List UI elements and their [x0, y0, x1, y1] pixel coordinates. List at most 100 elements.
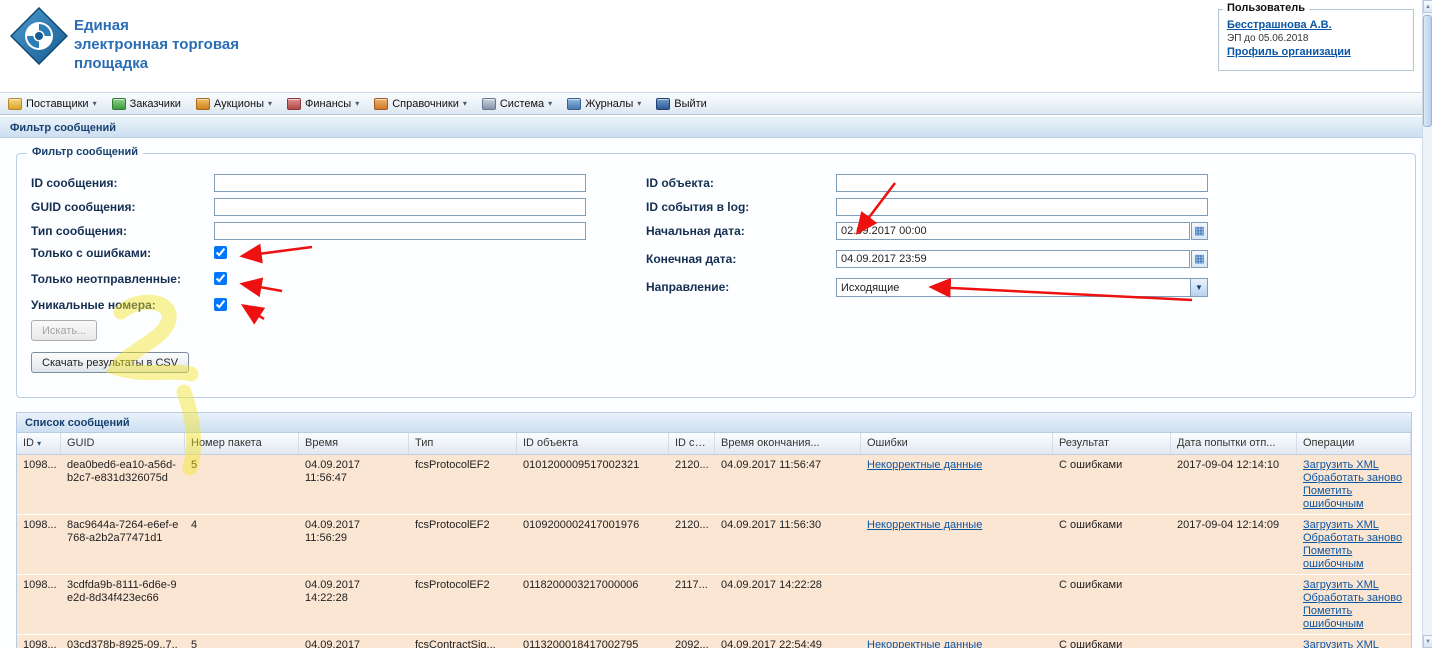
- auctions-icon: [195, 97, 210, 110]
- reprocess-link[interactable]: Обработать заново: [1303, 592, 1405, 605]
- cell-attempt-date: 2017-09-04 12:14:10: [1177, 459, 1280, 471]
- label-end-date: Конечная дата:: [646, 252, 737, 266]
- column-header-attempt-date[interactable]: Дата попытки отп...: [1171, 433, 1297, 454]
- cell-package: [185, 575, 299, 634]
- messages-panel-title-text: Список сообщений: [25, 416, 130, 429]
- error-details-link[interactable]: Некорректные данные: [867, 519, 982, 532]
- column-header-id-so[interactable]: ID со...: [669, 433, 715, 454]
- cell-package: 4: [191, 519, 198, 531]
- cell-time: 04.09.2017 11:56:29: [305, 519, 361, 544]
- cell-attempt-date: [1171, 635, 1297, 648]
- cell-end-time: 04.09.2017 11:56:47: [721, 459, 822, 471]
- content-area: Фильтр сообщений ID сообщения: GUID сооб…: [0, 139, 1422, 648]
- load-xml-link[interactable]: Загрузить XML: [1303, 459, 1405, 472]
- label-log-event-id: ID события в log:: [646, 200, 750, 214]
- menu-item-system[interactable]: Система ▾: [481, 97, 552, 110]
- menu-item-catalogs[interactable]: Справочники ▾: [374, 97, 467, 110]
- column-header-package[interactable]: Номер пакета: [185, 433, 299, 454]
- end-date-calendar-icon[interactable]: ▦: [1191, 250, 1208, 268]
- unique-numbers-checkbox[interactable]: [214, 298, 227, 311]
- column-header-end-time[interactable]: Время окончания...: [715, 433, 861, 454]
- table-row: 1098... dea0bed6-ea10-a56d-b2c7-e831d326…: [17, 455, 1411, 515]
- vertical-scrollbar[interactable]: ▲ ▼: [1422, 0, 1432, 648]
- column-header-object-id[interactable]: ID объекта: [517, 433, 669, 454]
- filter-panel: Фильтр сообщений ID сообщения: GUID сооб…: [16, 146, 1416, 398]
- column-header-errors[interactable]: Ошибки: [861, 433, 1053, 454]
- cell-operations: Загрузить XML Обработать заново Пометить…: [1297, 575, 1411, 634]
- column-header-type[interactable]: Тип: [409, 433, 517, 454]
- start-date-calendar-icon[interactable]: ▦: [1191, 222, 1208, 240]
- cell-package: 5: [191, 459, 198, 471]
- mark-error-link[interactable]: Пометить ошибочным: [1303, 605, 1405, 631]
- end-date-input[interactable]: [836, 250, 1190, 268]
- cell-result: С ошибками: [1059, 579, 1123, 591]
- direction-select[interactable]: Исходящие ▼: [836, 278, 1208, 297]
- label-message-id: ID сообщения:: [31, 176, 118, 190]
- label-unique-numbers: Уникальные номера:: [31, 298, 156, 312]
- scroll-up-icon[interactable]: ▲: [1423, 0, 1432, 13]
- menu-label: Заказчики: [129, 97, 181, 110]
- exit-icon: [656, 97, 671, 110]
- filter-panel-legend: Фильтр сообщений: [27, 146, 144, 158]
- start-date-input[interactable]: [836, 222, 1190, 240]
- column-header-guid[interactable]: GUID: [61, 433, 185, 454]
- column-header-id[interactable]: ID ▾: [17, 433, 61, 454]
- reprocess-link[interactable]: Обработать заново: [1303, 472, 1405, 485]
- user-name-link[interactable]: Бесстрашнова А.В.: [1227, 18, 1405, 32]
- label-object-id: ID объекта:: [646, 176, 714, 190]
- mark-error-link[interactable]: Пометить ошибочным: [1303, 545, 1405, 571]
- reprocess-link[interactable]: Обработать заново: [1303, 532, 1405, 545]
- message-id-input[interactable]: [214, 174, 586, 192]
- load-xml-link[interactable]: Загрузить XML: [1303, 579, 1405, 592]
- app-title: Единая электронная торговая площадка: [74, 17, 239, 72]
- menu-item-suppliers[interactable]: Поставщики ▾: [8, 97, 97, 110]
- user-panel: Пользователь Бесстрашнова А.В. ЭП до 05.…: [1218, 2, 1414, 71]
- message-type-input[interactable]: [214, 222, 586, 240]
- menu-label: Поставщики: [26, 97, 89, 110]
- column-header-time[interactable]: Время: [299, 433, 409, 454]
- menu-item-auctions[interactable]: Аукционы ▾: [195, 97, 272, 110]
- scrollbar-thumb[interactable]: [1423, 15, 1432, 127]
- app-window: Единая электронная торговая площадка Пол…: [0, 0, 1432, 648]
- log-event-id-input[interactable]: [836, 198, 1208, 216]
- error-details-link[interactable]: Некорректные данные: [867, 459, 982, 472]
- only-unsent-checkbox[interactable]: [214, 272, 227, 285]
- label-start-date: Начальная дата:: [646, 224, 745, 238]
- cell-time: 04.09.2017 14:22:28: [305, 579, 361, 604]
- scroll-down-icon[interactable]: ▼: [1423, 635, 1432, 648]
- menu-item-finance[interactable]: Финансы ▾: [287, 97, 360, 110]
- cell-package: 5: [191, 639, 198, 648]
- cell-id-so: 2120...: [675, 519, 709, 531]
- search-button[interactable]: Искать...: [31, 320, 98, 341]
- cell-attempt-date: 2017-09-04 12:14:09: [1177, 519, 1280, 531]
- load-xml-link[interactable]: Загрузить XML: [1303, 639, 1405, 648]
- menu-label: Журналы: [585, 97, 634, 110]
- download-csv-button[interactable]: Скачать результаты в CSV: [31, 352, 190, 373]
- menu-item-exit[interactable]: Выйти: [656, 97, 707, 110]
- cell-id: 1098...: [23, 639, 57, 648]
- cert-expiry-text: ЭП до 05.06.2018: [1227, 33, 1309, 44]
- message-guid-input[interactable]: [214, 198, 586, 216]
- mark-error-link[interactable]: Пометить ошибочным: [1303, 485, 1405, 511]
- load-xml-link[interactable]: Загрузить XML: [1303, 519, 1405, 532]
- cell-errors: [861, 575, 1053, 634]
- only-errors-checkbox[interactable]: [214, 246, 227, 259]
- cell-id: 1098...: [23, 519, 57, 531]
- cell-guid: 3cdfda9b-8111-6d6e-9e2d-8d34f423ec66: [67, 579, 177, 604]
- object-id-input[interactable]: [836, 174, 1208, 192]
- org-profile-link[interactable]: Профиль организации: [1227, 45, 1405, 59]
- table-row: 1098... 3cdfda9b-8111-6d6e-9e2d-8d34f423…: [17, 575, 1411, 635]
- system-icon: [481, 97, 496, 110]
- page-title-text: Фильтр сообщений: [10, 121, 117, 134]
- error-details-link[interactable]: Некорректные данные: [867, 639, 982, 648]
- chevron-down-icon: ▾: [355, 99, 360, 108]
- suppliers-icon: [8, 97, 22, 110]
- cell-id: 1098...: [23, 459, 57, 471]
- column-header-operations[interactable]: Операции: [1297, 433, 1411, 454]
- cell-end-time: 04.09.2017 11:56:30: [721, 519, 822, 531]
- column-header-result[interactable]: Результат: [1053, 433, 1171, 454]
- menu-item-journals[interactable]: Журналы ▾: [567, 97, 641, 110]
- user-panel-title: Пользователь: [1223, 2, 1310, 14]
- cell-result: С ошибками: [1059, 519, 1123, 531]
- menu-item-customers[interactable]: Заказчики: [111, 97, 181, 110]
